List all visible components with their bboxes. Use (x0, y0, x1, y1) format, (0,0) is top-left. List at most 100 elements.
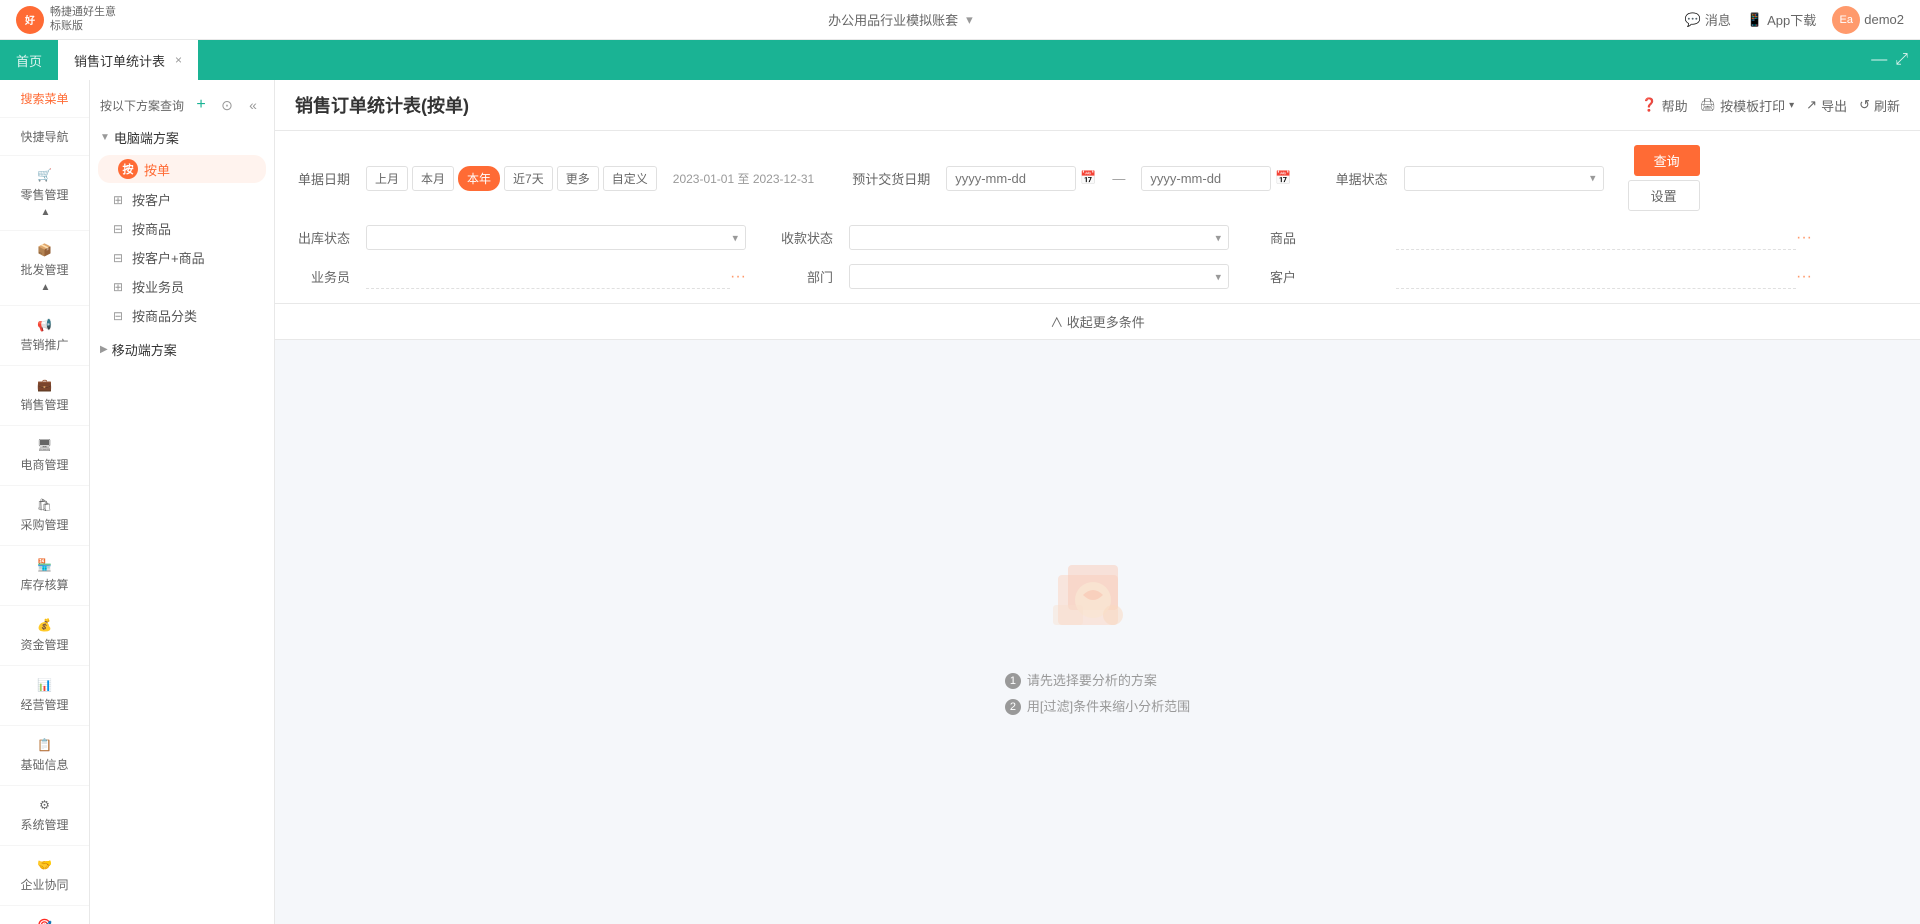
scheme-item-by-order[interactable]: 按 按单 (98, 155, 266, 183)
expected-date-end-wrap: 📅 (1141, 166, 1291, 191)
scheme-item-by-customer[interactable]: ⊞ 按客户 (90, 185, 274, 214)
bill-status-select[interactable] (1404, 166, 1604, 191)
settings-btn[interactable]: 设置 (1628, 180, 1700, 211)
bill-status-select-wrap (1404, 166, 1604, 191)
goods-input[interactable] (1396, 226, 1796, 250)
empty-hint-1: 1 请先选择要分析的方案 (1005, 668, 1190, 694)
tree-pc-parent[interactable]: ▼ 电脑端方案 (90, 122, 274, 153)
chevron-down-icon: ▼ (100, 132, 110, 143)
sidebar-item-marketing[interactable]: 📢 营销推广 (0, 306, 89, 366)
scheme-item-by-salesperson[interactable]: ⊞ 按业务员 (90, 272, 274, 301)
sidebar-search[interactable]: 搜索菜单 (0, 80, 89, 118)
empty-state: 1 请先选择要分析的方案 2 用[过滤]条件来缩小分析范围 (275, 340, 1920, 924)
last-month-btn[interactable]: 上月 (366, 166, 408, 191)
customer-input[interactable] (1396, 265, 1796, 289)
tab-maximize-btn[interactable]: ⤢ (1895, 51, 1908, 69)
salesperson-more-icon[interactable]: ··· (730, 268, 746, 286)
tree-mobile-parent[interactable]: ▶ 移动端方案 (90, 334, 274, 365)
ship-status-select-wrap (366, 225, 746, 250)
expected-date-start-wrap: 📅 (946, 166, 1096, 191)
refresh-icon: ↺ (1859, 97, 1870, 113)
sidebar: 搜索菜单 快捷导航 🛒 零售管理 ▲ 📦 批发管理 ▲ 📢 营销推广 💼 销售管… (0, 80, 90, 924)
tab-minimize-btn[interactable]: — (1871, 51, 1887, 69)
left-panel: 按以下方案查询 + ⊙ « ▼ 电脑端方案 按 按单 ⊞ 按客户 (90, 80, 275, 924)
collapse-btn-label: ∧ 收起更多条件 (1050, 315, 1145, 330)
sidebar-item-finance[interactable]: 💰 资金管理 (0, 606, 89, 666)
tab-home[interactable]: 首页 (0, 40, 58, 80)
setting-scheme-btn[interactable]: ⊙ (216, 94, 238, 116)
receipt-status-label: 收款状态 (778, 228, 833, 247)
sidebar-item-ecom[interactable]: 🖥 电商管理 (0, 426, 89, 486)
page-actions: ❓ 帮助 🖨 按模板打印 ▾ ↗ 导出 ↺ 刷新 (1641, 96, 1900, 127)
custom-date-btn[interactable]: 自定义 (603, 166, 657, 191)
empty-hint-2: 2 用[过滤]条件来缩小分析范围 (1005, 694, 1190, 720)
dropdown-icon[interactable]: ▾ (966, 12, 973, 28)
sidebar-item-purchase[interactable]: 🛍 采购管理 (0, 486, 89, 546)
query-btn[interactable]: 查询 (1634, 145, 1700, 176)
scheme-item-label-by-goods: 按商品 (132, 219, 171, 238)
calendar-icon-start[interactable]: 📅 (1080, 170, 1096, 186)
help-btn[interactable]: ❓ 帮助 (1641, 96, 1687, 115)
sidebar-item-coop[interactable]: 🤝 企业协同 (0, 846, 89, 906)
empty-hints: 1 请先选择要分析的方案 2 用[过滤]条件来缩小分析范围 (1005, 668, 1190, 720)
tree-pc-label: 电脑端方案 (114, 128, 179, 147)
sidebar-quick-nav[interactable]: 快捷导航 (0, 118, 89, 156)
sidebar-item-retail[interactable]: 🛒 零售管理 ▲ (0, 156, 89, 231)
dept-select[interactable] (849, 264, 1229, 289)
collapse-panel-btn[interactable]: « (242, 94, 264, 116)
sidebar-item-newbie[interactable]: 🎯 新手引导 (0, 906, 89, 924)
app-download-btn[interactable]: 📱 App下载 (1747, 10, 1816, 29)
dept-label: 部门 (778, 267, 833, 286)
filter-row-3: 业务员 ··· 部门 客户 ··· (295, 264, 1900, 289)
goods-more-icon[interactable]: ··· (1796, 229, 1812, 247)
workspace-title: 办公用品行业模拟账套 (828, 10, 958, 29)
scheme-item-label-by-salesperson: 按业务员 (132, 277, 184, 296)
last7-btn[interactable]: 近7天 (504, 166, 553, 191)
tab-bar: 首页 销售订单统计表 × — ⤢ (0, 40, 1920, 80)
export-btn[interactable]: ↗ 导出 (1806, 96, 1847, 115)
left-panel-header: 按以下方案查询 + ⊙ « (90, 88, 274, 122)
calendar-icon-end[interactable]: 📅 (1275, 170, 1291, 186)
message-btn[interactable]: 💬 消息 (1685, 10, 1731, 29)
template-print-btn[interactable]: 🖨 按模板打印 ▾ (1700, 96, 1795, 115)
scheme-item-by-cust-goods[interactable]: ⊟ 按客户+商品 (90, 243, 274, 272)
logo-icon: 好 (16, 6, 44, 34)
user-menu[interactable]: Ea demo2 (1832, 6, 1904, 34)
sidebar-item-inventory[interactable]: 🏪 库存核算 (0, 546, 89, 606)
bill-status-label: 单据状态 (1328, 169, 1388, 188)
ship-status-select[interactable] (366, 225, 746, 250)
sidebar-item-basic[interactable]: 📋 基础信息 (0, 726, 89, 786)
this-month-btn[interactable]: 本月 (412, 166, 454, 191)
expected-date-start[interactable] (946, 166, 1076, 191)
customer-scheme-icon: ⊞ (110, 192, 126, 208)
page-title-bar: 销售订单统计表(按单) ❓ 帮助 🖨 按模板打印 ▾ ↗ 导出 (275, 80, 1920, 131)
logo-text: 畅捷通好生意 标账版 (50, 6, 116, 32)
tab-bar-actions: — ⤢ (1871, 51, 1920, 69)
sidebar-item-wholesale[interactable]: 📦 批发管理 ▲ (0, 231, 89, 306)
tab-sales-order-stats[interactable]: 销售订单统计表 × (58, 40, 198, 80)
scheme-item-by-goods[interactable]: ⊟ 按商品 (90, 214, 274, 243)
refresh-btn[interactable]: ↺ 刷新 (1859, 96, 1900, 115)
sidebar-item-sales[interactable]: 💼 销售管理 (0, 366, 89, 426)
sidebar-item-system[interactable]: ⚙ 系统管理 (0, 786, 89, 846)
customer-more-icon[interactable]: ··· (1796, 268, 1812, 286)
tab-close-icon[interactable]: × (175, 53, 182, 67)
receipt-status-select[interactable] (849, 225, 1229, 250)
expected-date-end[interactable] (1141, 166, 1271, 191)
bill-date-label: 单据日期 (295, 169, 350, 188)
filter-row-2: 出库状态 收款状态 商品 ··· (295, 225, 1900, 250)
top-bar: 好 畅捷通好生意 标账版 办公用品行业模拟账套 ▾ 💬 消息 📱 App下载 E… (0, 0, 1920, 40)
this-year-btn[interactable]: 本年 (458, 166, 500, 191)
left-panel-header-icons: + ⊙ « (190, 94, 264, 116)
collapse-bar[interactable]: ∧ 收起更多条件 (275, 304, 1920, 340)
sidebar-item-ops[interactable]: 📊 经营管理 (0, 666, 89, 726)
more-date-btn[interactable]: 更多 (557, 166, 599, 191)
add-scheme-btn[interactable]: + (190, 94, 212, 116)
salesperson-input[interactable] (366, 265, 730, 289)
date-range-display: 2023-01-01 至 2023-12-31 (673, 170, 814, 187)
top-bar-left: 好 畅捷通好生意 标账版 (16, 6, 116, 34)
tree-mobile-label: 移动端方案 (112, 340, 177, 359)
cust-goods-scheme-icon: ⊟ (110, 250, 126, 266)
print-dropdown-icon: ▾ (1789, 100, 1794, 111)
scheme-item-by-category[interactable]: ⊟ 按商品分类 (90, 301, 274, 330)
